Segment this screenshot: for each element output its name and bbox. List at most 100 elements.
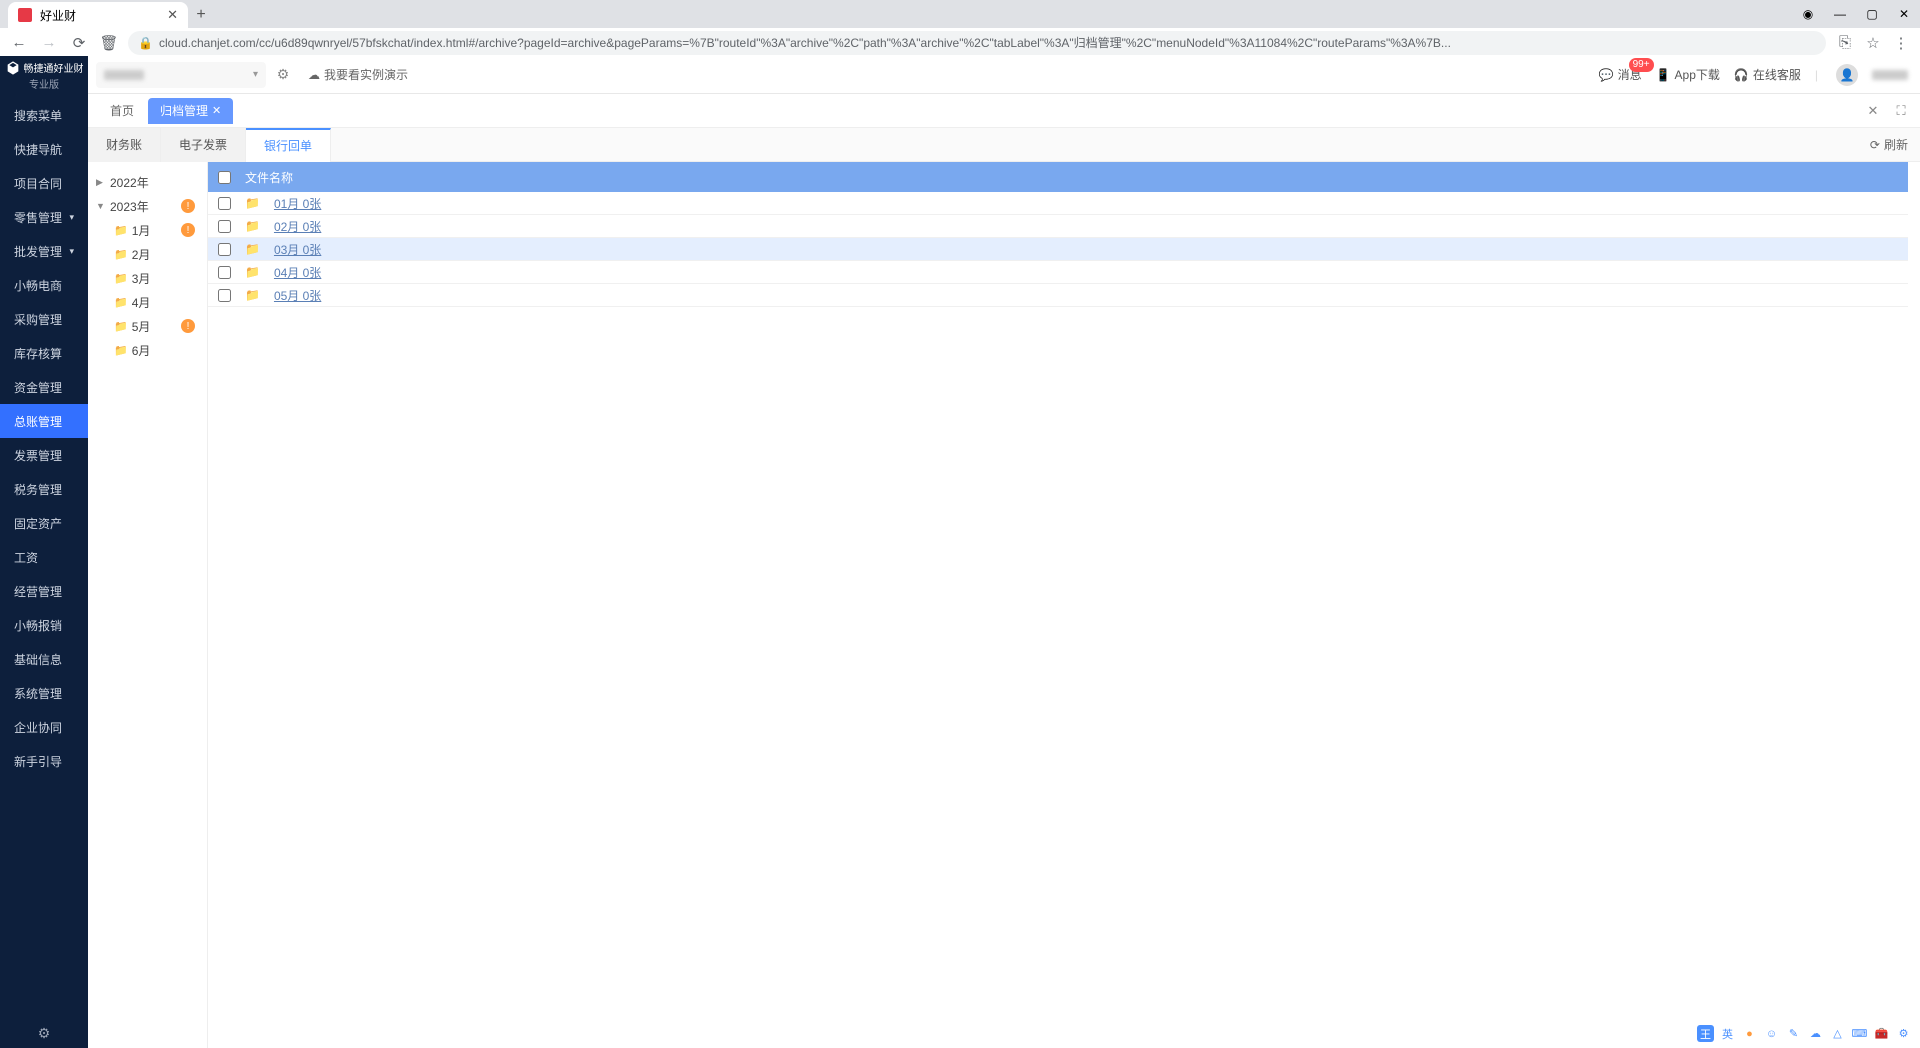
favicon: [18, 8, 32, 22]
messages-button[interactable]: 💬 消息 99+: [1599, 66, 1642, 83]
page-tab-1[interactable]: 归档管理✕: [148, 98, 233, 124]
back-button[interactable]: ←: [8, 32, 30, 54]
ime-settings-icon[interactable]: ⚙: [1895, 1025, 1912, 1042]
sidebar-item-5[interactable]: 小畅电商: [0, 268, 88, 302]
maximize-icon[interactable]: ▢: [1856, 0, 1888, 28]
file-name[interactable]: 04月 0张: [274, 264, 321, 281]
table-row[interactable]: 📁 04月 0张: [208, 261, 1908, 284]
org-selector[interactable]: ▾: [96, 62, 266, 88]
menu-icon[interactable]: ⋮: [1890, 32, 1912, 54]
tree-year-0[interactable]: ▶2022年: [92, 170, 203, 194]
file-name[interactable]: 02月 0张: [274, 218, 321, 235]
ime-tool-icon[interactable]: 🧰: [1873, 1025, 1890, 1042]
refresh-button[interactable]: ⟳ 刷新: [1870, 136, 1908, 153]
sidebar-item-4[interactable]: 批发管理▾: [0, 234, 88, 268]
close-window-icon[interactable]: ✕: [1888, 0, 1920, 28]
tree-label: 2022年: [110, 174, 149, 191]
sidebar-item-6[interactable]: 采购管理: [0, 302, 88, 336]
sidebar: 搜索菜单快捷导航项目合同零售管理▾批发管理▾小畅电商采购管理库存核算资金管理总账…: [0, 94, 88, 1048]
tree-month-3[interactable]: 📁4月: [92, 290, 203, 314]
sidebar-item-16[interactable]: 基础信息: [0, 642, 88, 676]
star-icon[interactable]: ☆: [1862, 32, 1884, 54]
row-checkbox[interactable]: [218, 243, 231, 256]
sidebar-item-2[interactable]: 项目合同: [0, 166, 88, 200]
file-name[interactable]: 01月 0张: [274, 195, 321, 212]
service-label: 在线客服: [1753, 66, 1801, 83]
ime-main[interactable]: 王: [1697, 1025, 1714, 1042]
account-icon[interactable]: ◉: [1792, 0, 1824, 28]
new-tab-button[interactable]: +: [188, 2, 214, 28]
file-name[interactable]: 03月 0张: [274, 241, 321, 258]
tree-label: 6月: [132, 342, 151, 359]
sidebar-item-label: 发票管理: [14, 447, 62, 464]
sub-tab-0[interactable]: 财务账: [88, 128, 161, 162]
chevron-down-icon: ▾: [69, 212, 74, 223]
demo-text: 我要看实例演示: [324, 66, 408, 83]
close-all-tabs-icon[interactable]: ✕: [1862, 100, 1884, 122]
ime-edit-icon[interactable]: ✎: [1785, 1025, 1802, 1042]
sidebar-item-0[interactable]: 搜索菜单: [0, 98, 88, 132]
forward-button[interactable]: →: [38, 32, 60, 54]
folder-icon: 📁: [245, 196, 260, 210]
page-tab-0[interactable]: 首页: [98, 98, 146, 124]
tree-year-1[interactable]: ▼2023年!: [92, 194, 203, 218]
sidebar-item-15[interactable]: 小畅报销: [0, 608, 88, 642]
select-all-checkbox[interactable]: [218, 171, 231, 184]
sidebar-item-13[interactable]: 工资: [0, 540, 88, 574]
main-area: 首页归档管理✕ ✕ ⛶ 财务账电子发票银行回单 ⟳ 刷新 ▶2022年▼2023…: [88, 94, 1920, 1048]
reload-button[interactable]: ⟳: [68, 32, 90, 54]
ime-keyboard-icon[interactable]: ⌨: [1851, 1025, 1868, 1042]
tree-month-5[interactable]: 📁6月: [92, 338, 203, 362]
avatar[interactable]: 👤: [1836, 64, 1858, 86]
delete-icon[interactable]: 🗑: [98, 32, 120, 54]
sidebar-item-18[interactable]: 企业协同: [0, 710, 88, 744]
ime-emoji-icon[interactable]: ☺: [1763, 1025, 1780, 1042]
ime-lang[interactable]: 英: [1719, 1025, 1736, 1042]
tree-month-2[interactable]: 📁3月: [92, 266, 203, 290]
caret-down-icon: ▼: [96, 201, 106, 211]
close-tab-icon[interactable]: ✕: [167, 7, 178, 23]
sub-tab-1[interactable]: 电子发票: [161, 128, 246, 162]
row-checkbox[interactable]: [218, 289, 231, 302]
sidebar-item-14[interactable]: 经营管理: [0, 574, 88, 608]
tree-month-4[interactable]: 📁5月!: [92, 314, 203, 338]
install-icon[interactable]: ⎘: [1834, 32, 1856, 54]
demo-link[interactable]: ☁ 我要看实例演示: [308, 66, 408, 83]
browser-tab[interactable]: 好业财 ✕: [8, 2, 188, 28]
ime-voice-icon[interactable]: ☁: [1807, 1025, 1824, 1042]
ime-cloud-icon[interactable]: △: [1829, 1025, 1846, 1042]
file-name[interactable]: 05月 0张: [274, 287, 321, 304]
sidebar-item-3[interactable]: 零售管理▾: [0, 200, 88, 234]
sidebar-item-10[interactable]: 发票管理: [0, 438, 88, 472]
table-row[interactable]: 📁03月 0张: [208, 238, 1908, 261]
tree-month-0[interactable]: 📁1月!: [92, 218, 203, 242]
sidebar-item-17[interactable]: 系统管理: [0, 676, 88, 710]
url-input[interactable]: 🔒 cloud.chanjet.com/cc/u6d89qwnryel/57bf…: [128, 31, 1826, 55]
table-row[interactable]: 📁05月 0张: [208, 284, 1908, 307]
folder-icon: 📁: [114, 224, 128, 237]
online-service-button[interactable]: 🎧 在线客服: [1734, 66, 1801, 83]
table-header: 文件名称: [208, 162, 1908, 192]
minimize-icon[interactable]: —: [1824, 0, 1856, 28]
row-checkbox[interactable]: [218, 266, 231, 279]
sidebar-item-7[interactable]: 库存核算: [0, 336, 88, 370]
settings-button[interactable]: ⚙: [0, 1018, 88, 1048]
close-icon[interactable]: ✕: [212, 104, 221, 117]
table-row[interactable]: 📁 01月 0张: [208, 192, 1908, 215]
app-download-button[interactable]: 📱 App下载: [1656, 66, 1720, 83]
tree-month-1[interactable]: 📁2月: [92, 242, 203, 266]
sidebar-item-11[interactable]: 税务管理: [0, 472, 88, 506]
sidebar-item-9[interactable]: 总账管理: [0, 404, 88, 438]
table-row[interactable]: 📁02月 0张: [208, 215, 1908, 238]
row-checkbox[interactable]: [218, 197, 231, 210]
sidebar-item-8[interactable]: 资金管理: [0, 370, 88, 404]
sub-tab-2[interactable]: 银行回单: [246, 128, 331, 162]
sidebar-item-12[interactable]: 固定资产: [0, 506, 88, 540]
row-checkbox[interactable]: [218, 220, 231, 233]
sidebar-item-19[interactable]: 新手引导: [0, 744, 88, 778]
ime-dot-icon[interactable]: ●: [1741, 1025, 1758, 1042]
folder-icon: 📁: [245, 265, 260, 279]
fullscreen-icon[interactable]: ⛶: [1890, 100, 1912, 122]
gear-icon[interactable]: ⚙: [274, 66, 292, 84]
sidebar-item-1[interactable]: 快捷导航: [0, 132, 88, 166]
